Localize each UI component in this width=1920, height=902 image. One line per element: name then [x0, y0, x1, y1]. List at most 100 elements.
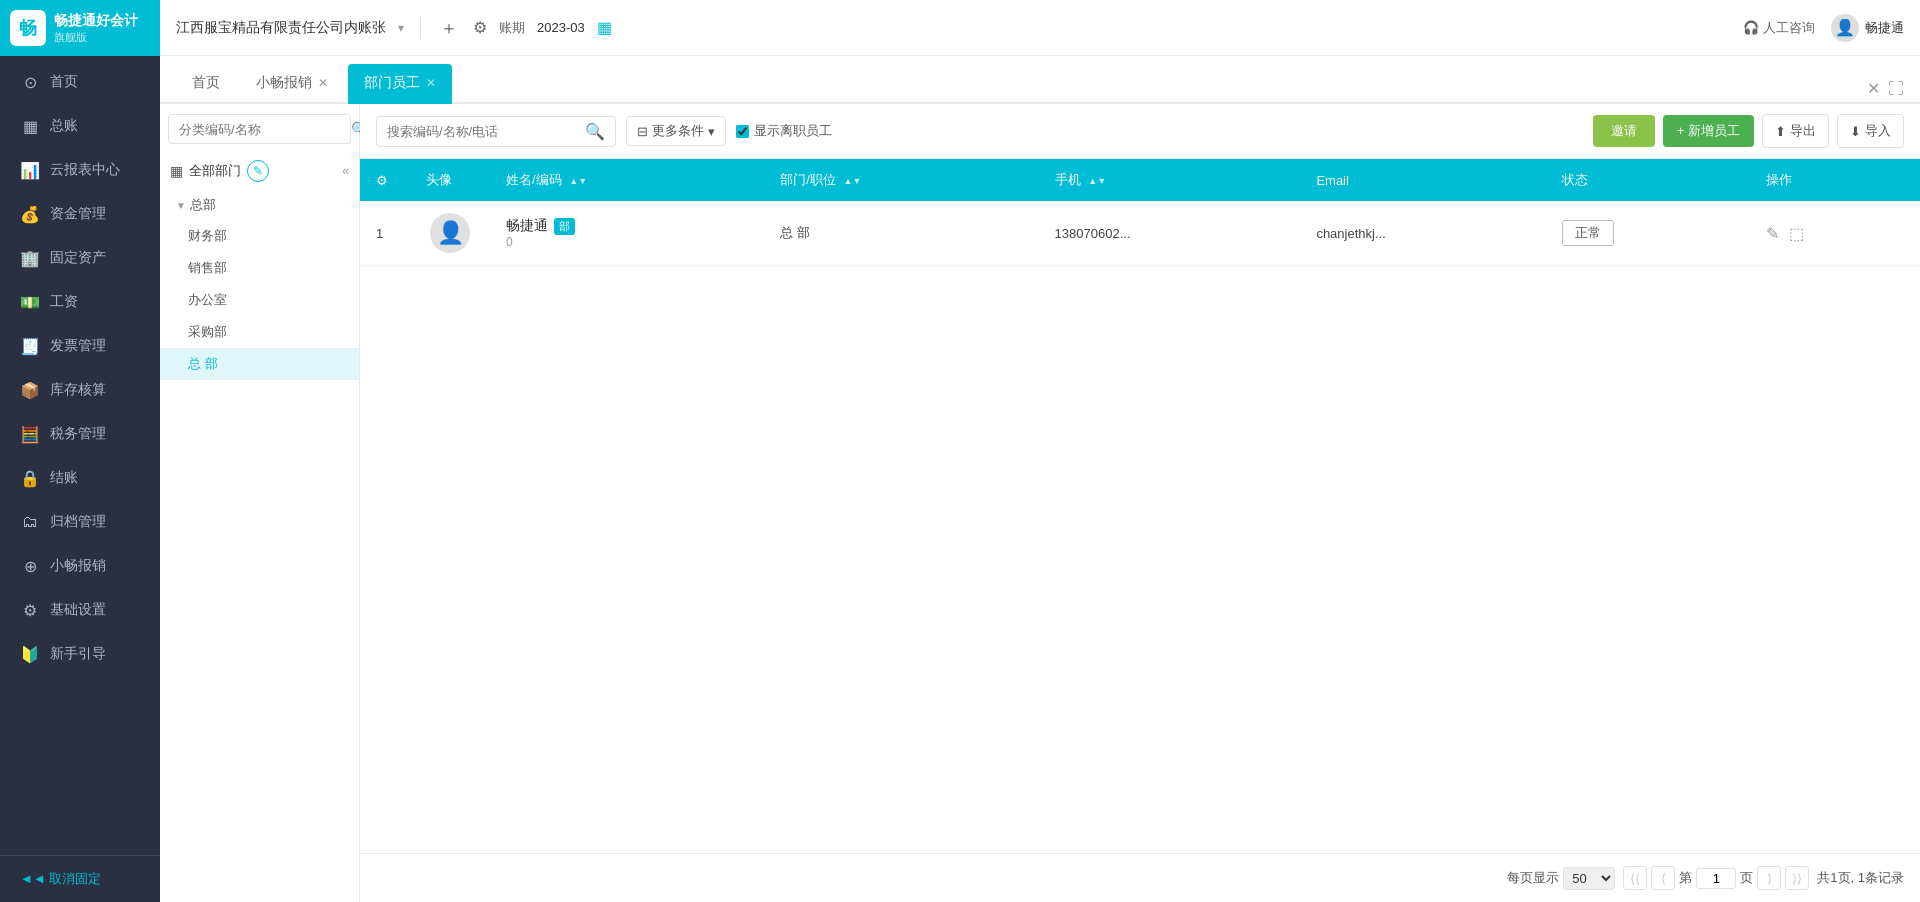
invite-button[interactable]: 邀请	[1593, 115, 1655, 147]
dept-edit-button[interactable]: ✎	[247, 160, 269, 182]
dept-collapse-icon[interactable]: «	[342, 164, 349, 178]
tab-expense-label: 小畅报销	[256, 74, 312, 92]
tab-home-label: 首页	[192, 74, 220, 92]
sidebar-item-assets[interactable]: 🏢 固定资产	[0, 236, 160, 280]
all-departments-header[interactable]: ▦ 全部部门 ✎ «	[160, 152, 359, 190]
sidebar-item-label: 首页	[50, 73, 78, 91]
user-name: 畅捷通	[1865, 19, 1904, 37]
sidebar-item-home[interactable]: ⊙ 首页	[0, 60, 160, 104]
export-button[interactable]: ⬆ 导出	[1762, 114, 1829, 148]
settings-icon: ⚙	[20, 600, 40, 620]
col-phone[interactable]: 手机 ▲▼	[1039, 159, 1301, 201]
import-button[interactable]: ⬇ 导入	[1837, 114, 1904, 148]
dept-sort-icon[interactable]: ▲▼	[844, 177, 862, 186]
add-tab-button[interactable]: ＋	[437, 16, 461, 40]
period-value: 2023-03	[537, 20, 585, 35]
tab-employees-close-icon[interactable]: ✕	[426, 76, 436, 90]
dept-search-input[interactable]	[179, 122, 347, 137]
sidebar-item-reports[interactable]: 📊 云报表中心	[0, 148, 160, 192]
unpin-sidebar-button[interactable]: ◄◄ 取消固定	[0, 855, 160, 902]
company-dropdown-icon[interactable]: ▾	[398, 21, 404, 35]
tab-employees[interactable]: 部门员工 ✕	[348, 64, 452, 104]
cell-status: 正常	[1546, 201, 1750, 266]
first-page-button[interactable]: ⟨⟨	[1623, 866, 1647, 890]
dept-item-procurement[interactable]: 采购部	[160, 316, 359, 348]
name-sort-icon[interactable]: ▲▼	[569, 177, 587, 186]
sidebar-item-label: 总账	[50, 117, 78, 135]
phone-sort-icon[interactable]: ▲▼	[1088, 177, 1106, 186]
filter-icon: ⊟	[637, 124, 648, 139]
col-name[interactable]: 姓名/编码 ▲▼	[490, 159, 764, 201]
page-size-selector[interactable]: 每页显示 50 20 100	[1507, 867, 1615, 890]
employee-search-input[interactable]	[387, 124, 579, 139]
sidebar-item-funds[interactable]: 💰 资金管理	[0, 192, 160, 236]
sidebar: 畅 畅捷通好会计 旗舰版 ⊙ 首页 ▦ 总账 📊 云报表中心 💰 资金管理 🏢 …	[0, 0, 160, 902]
sidebar-item-label: 资金管理	[50, 205, 106, 223]
sidebar-item-label: 固定资产	[50, 249, 106, 267]
tax-icon: 🧮	[20, 424, 40, 444]
sidebar-item-guide[interactable]: 🔰 新手引导	[0, 632, 160, 676]
filter-button[interactable]: ⊟ 更多条件 ▾	[626, 116, 726, 146]
page-label: 页	[1740, 869, 1753, 887]
dept-item-finance[interactable]: 财务部	[160, 220, 359, 252]
dept-group-hq-label: 总部	[190, 196, 216, 214]
last-page-button[interactable]: ⟩⟩	[1785, 866, 1809, 890]
next-page-button[interactable]: ⟩	[1757, 866, 1781, 890]
dept-item-office[interactable]: 办公室	[160, 284, 359, 316]
dept-item-hq[interactable]: 总 部	[160, 348, 359, 380]
cell-phone: 138070602...	[1039, 201, 1301, 266]
col-settings[interactable]: ⚙	[360, 159, 410, 201]
tab-expense[interactable]: 小畅报销 ✕	[240, 64, 344, 104]
sidebar-item-inventory[interactable]: 📦 库存核算	[0, 368, 160, 412]
tab-employees-label: 部门员工	[364, 74, 420, 92]
dept-sales-label: 销售部	[188, 260, 227, 275]
sidebar-item-label: 税务管理	[50, 425, 106, 443]
tab-expense-close-icon[interactable]: ✕	[318, 76, 328, 90]
edit-icon[interactable]: ✎	[1766, 224, 1779, 243]
all-departments-label: 全部部门	[189, 162, 241, 180]
page-number-input[interactable]	[1696, 868, 1736, 889]
employee-dept: 总 部	[780, 225, 810, 240]
page-di-label: 第	[1679, 869, 1692, 887]
calendar-icon[interactable]: ▦	[597, 18, 612, 37]
dept-office-label: 办公室	[188, 292, 227, 307]
sidebar-item-archive[interactable]: 🗂 归档管理	[0, 500, 160, 544]
payroll-icon: 💵	[20, 292, 40, 312]
support-button[interactable]: 🎧 人工咨询	[1743, 19, 1815, 37]
sidebar-item-label: 结账	[50, 469, 78, 487]
sidebar-item-close[interactable]: 🔒 结账	[0, 456, 160, 500]
dept-item-sales[interactable]: 销售部	[160, 252, 359, 284]
dept-group-hq: ▼ 总部 财务部 销售部 办公室 采购部 总 部	[160, 190, 359, 380]
sidebar-item-ledger[interactable]: ▦ 总账	[0, 104, 160, 148]
user-info[interactable]: 👤 畅捷通	[1831, 14, 1904, 42]
archive-icon: 🗂	[20, 512, 40, 532]
show-resigned-checkbox[interactable]	[736, 125, 749, 138]
close-tab-icon[interactable]: ✕	[1867, 79, 1880, 98]
tabs-bar: 首页 小畅报销 ✕ 部门员工 ✕ ✕ ⛶	[160, 56, 1920, 104]
employees-table: ⚙ 头像 姓名/编码 ▲▼ 部门/职位 ▲▼	[360, 159, 1920, 266]
expand-tab-icon[interactable]: ⛶	[1888, 80, 1904, 98]
company-name: 江西服宝精品有限责任公司内账张	[176, 19, 386, 37]
show-resigned-checkbox-label[interactable]: 显示离职员工	[736, 122, 832, 140]
sidebar-item-expense[interactable]: ⊕ 小畅报销	[0, 544, 160, 588]
expense-icon: ⊕	[20, 556, 40, 576]
dept-group-hq-header[interactable]: ▼ 总部	[160, 190, 359, 220]
settings-gear-icon[interactable]: ⚙	[473, 18, 487, 37]
employee-search-icon[interactable]: 🔍	[585, 122, 605, 141]
dept-search-box[interactable]: 🔍	[168, 114, 351, 144]
funds-icon: 💰	[20, 204, 40, 224]
headset-icon: 🎧	[1743, 20, 1759, 35]
sidebar-item-tax[interactable]: 🧮 税务管理	[0, 412, 160, 456]
sidebar-item-settings[interactable]: ⚙ 基础设置	[0, 588, 160, 632]
sidebar-item-payroll[interactable]: 💵 工资	[0, 280, 160, 324]
employee-search-field[interactable]: 🔍	[376, 116, 616, 147]
sidebar-item-invoice[interactable]: 🧾 发票管理	[0, 324, 160, 368]
tab-home[interactable]: 首页	[176, 64, 236, 104]
col-dept[interactable]: 部门/职位 ▲▼	[764, 159, 1038, 201]
page-size-label: 每页显示	[1507, 869, 1559, 887]
prev-page-button[interactable]: ⟨	[1651, 866, 1675, 890]
page-size-select[interactable]: 50 20 100	[1563, 867, 1615, 890]
table-settings-icon[interactable]: ⚙	[376, 173, 388, 188]
add-employee-button[interactable]: + 新增员工	[1663, 115, 1754, 147]
delete-icon[interactable]: ⬚	[1789, 224, 1804, 243]
